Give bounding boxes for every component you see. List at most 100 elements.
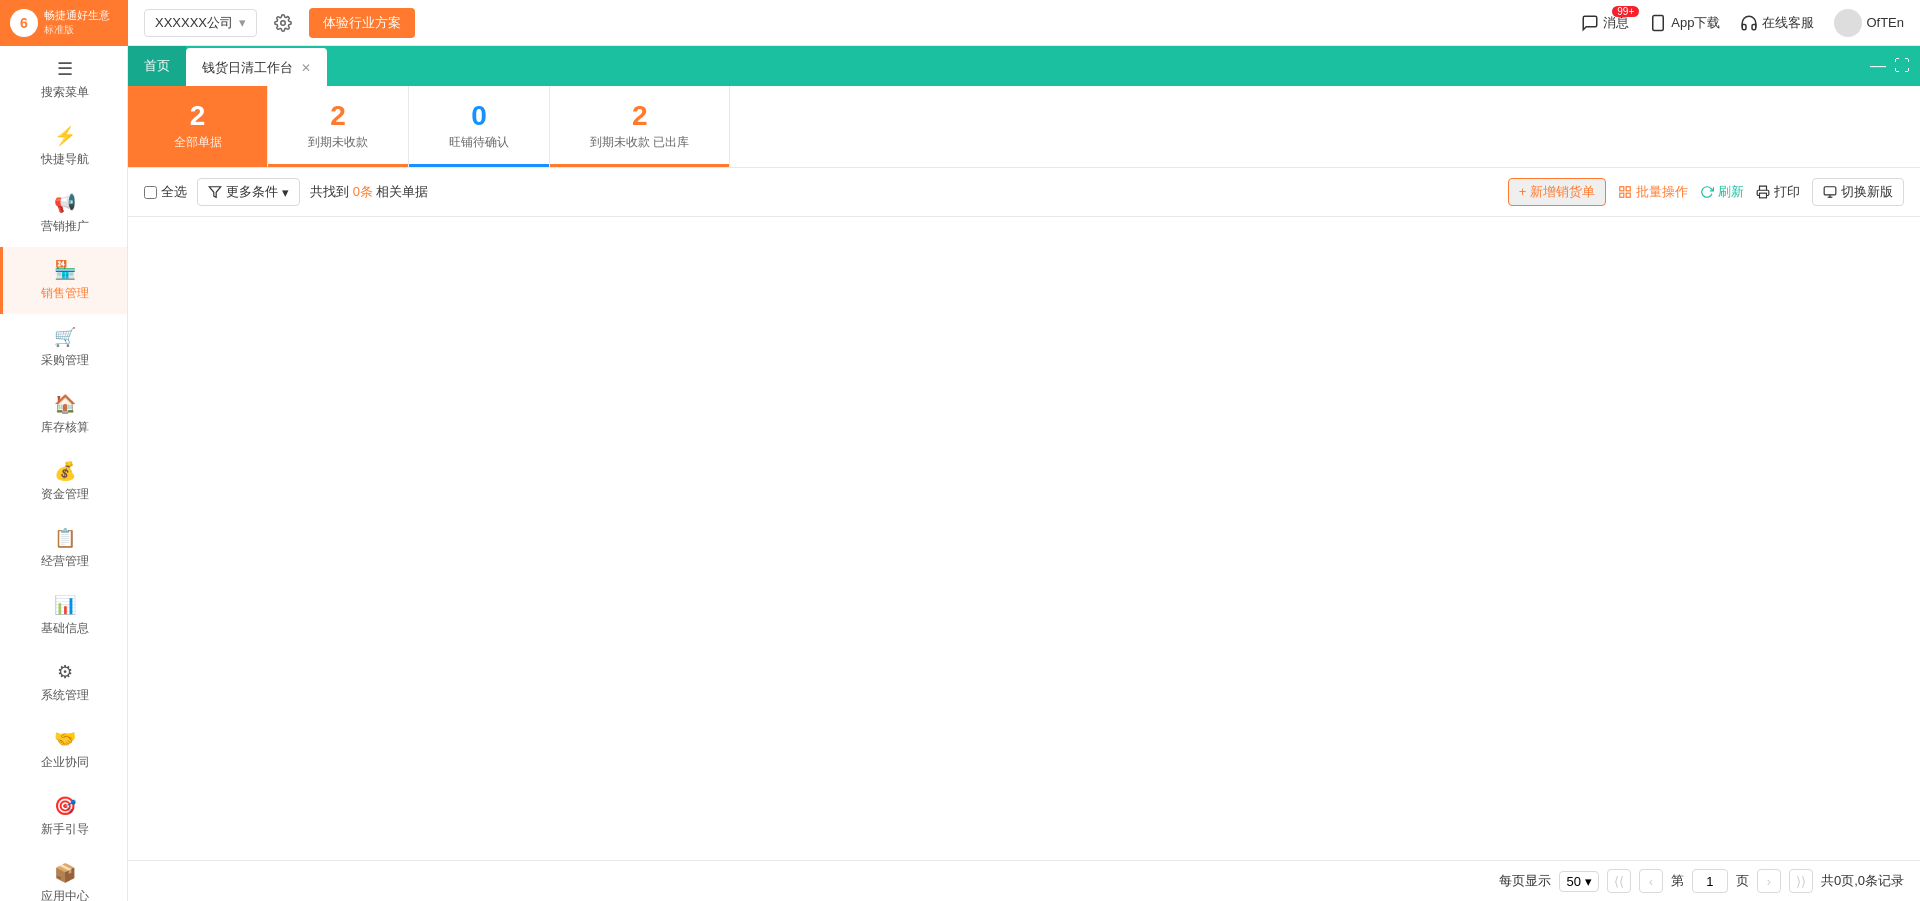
sidebar-item-label: 销售管理 — [41, 285, 89, 302]
stat-num-pending: 0 — [471, 102, 487, 130]
logo-subtitle: 标准版 — [44, 23, 110, 37]
result-suffix: 相关单据 — [376, 184, 428, 199]
stat-underline-overdue-shipped — [550, 164, 729, 167]
sidebar-item-guide[interactable]: 🎯 新手引导 — [0, 783, 127, 850]
stat-num-all: 2 — [190, 102, 206, 130]
settings-button[interactable] — [267, 7, 299, 39]
stat-label-overdue: 到期未收款 — [308, 134, 368, 151]
tab-workbench[interactable]: 钱货日清工作台 ✕ — [186, 48, 327, 88]
empty-placeholder — [128, 217, 1920, 860]
page-size-label: 每页显示 — [1499, 872, 1551, 890]
sidebar-item-operation[interactable]: 📋 经营管理 — [0, 515, 127, 582]
page-number-input[interactable] — [1692, 869, 1728, 893]
tab-workbench-label: 钱货日清工作台 — [202, 59, 293, 77]
operation-icon: 📋 — [54, 527, 76, 549]
svg-marker-3 — [209, 187, 221, 198]
first-page-button[interactable]: ⟨⟨ — [1607, 869, 1631, 893]
add-order-button[interactable]: + 新增销货单 — [1508, 178, 1606, 206]
logo-text-block: 畅捷通好生意 标准版 — [44, 8, 110, 36]
page-size-arrow-icon: ▾ — [1585, 874, 1592, 889]
finance-icon: 💰 — [54, 460, 76, 482]
svg-rect-7 — [1620, 193, 1624, 197]
sidebar-item-label: 系统管理 — [41, 687, 89, 704]
toolbar-right: + 新增销货单 批量操作 刷新 — [1508, 178, 1904, 206]
switch-version-label: 切换新版 — [1841, 183, 1893, 201]
logo-icon-text: 6 — [20, 15, 28, 31]
sidebar-item-inventory[interactable]: 🏠 库存核算 — [0, 381, 127, 448]
page-label: 第 — [1671, 872, 1684, 890]
main-area: 首页 钱货日清工作台 ✕ — ⛶ 2 全部单据 2 — [128, 46, 1920, 901]
sidebar-item-label: 基础信息 — [41, 620, 89, 637]
online-service-button[interactable]: 在线客服 — [1740, 14, 1814, 32]
tab-home[interactable]: 首页 — [128, 46, 186, 86]
stat-card-pending[interactable]: 0 旺铺待确认 — [409, 86, 550, 167]
app-body: ☰ 搜索菜单 ⚡ 快捷导航 📢 营销推广 🏪 销售管理 🛒 采购管理 🏠 库存核… — [0, 46, 1920, 901]
batch-operation-button[interactable]: 批量操作 — [1618, 183, 1688, 201]
sidebar-item-marketing[interactable]: 📢 营销推广 — [0, 180, 127, 247]
user-area[interactable]: OfTEn — [1834, 9, 1904, 37]
stat-card-all[interactable]: 2 全部单据 — [128, 86, 268, 167]
stat-underline-overdue — [268, 164, 408, 167]
app-center-icon: 📦 — [54, 862, 76, 884]
last-page-button[interactable]: ⟩⟩ — [1789, 869, 1813, 893]
sidebar-item-label: 新手引导 — [41, 821, 89, 838]
select-all-input[interactable] — [144, 186, 157, 199]
svg-rect-5 — [1626, 187, 1630, 191]
result-count: 0条 — [353, 184, 373, 199]
filter-arrow-icon: ▾ — [282, 185, 289, 200]
nav-minimize-button[interactable]: — — [1870, 57, 1886, 75]
stat-label-overdue-shipped: 到期未收款 已出库 — [590, 134, 689, 151]
nav-maximize-button[interactable]: ⛶ — [1894, 57, 1910, 75]
sidebar-item-enterprise[interactable]: 🤝 企业协同 — [0, 716, 127, 783]
sales-icon: 🏪 — [54, 259, 76, 281]
stat-card-overdue-shipped[interactable]: 2 到期未收款 已出库 — [550, 86, 730, 167]
filter-label: 更多条件 — [226, 183, 278, 201]
company-arrow-icon: ▾ — [239, 15, 246, 30]
print-button[interactable]: 打印 — [1756, 183, 1800, 201]
tab-close-icon[interactable]: ✕ — [301, 61, 311, 75]
sidebar-item-finance[interactable]: 💰 资金管理 — [0, 448, 127, 515]
sidebar-item-sales[interactable]: 🏪 销售管理 — [0, 247, 127, 314]
enterprise-icon: 🤝 — [54, 728, 76, 750]
page-size-value: 50 — [1566, 874, 1580, 889]
sidebar-item-label: 搜索菜单 — [41, 84, 89, 101]
stat-card-overdue[interactable]: 2 到期未收款 — [268, 86, 409, 167]
switch-version-button[interactable]: 切换新版 — [1812, 178, 1904, 206]
print-label: 打印 — [1774, 183, 1800, 201]
page-size-select[interactable]: 50 ▾ — [1559, 871, 1598, 892]
sidebar-item-label: 库存核算 — [41, 419, 89, 436]
prev-page-button[interactable]: ‹ — [1639, 869, 1663, 893]
user-avatar — [1834, 9, 1862, 37]
sidebar-item-search-menu[interactable]: ☰ 搜索菜单 — [0, 46, 127, 113]
sidebar: ☰ 搜索菜单 ⚡ 快捷导航 📢 营销推广 🏪 销售管理 🛒 采购管理 🏠 库存核… — [0, 46, 128, 901]
sidebar-item-label: 经营管理 — [41, 553, 89, 570]
company-name: XXXXXX公司 — [155, 14, 233, 32]
toolbar: 全选 更多条件 ▾ 共找到 0条 相关单据 — [128, 168, 1920, 217]
refresh-label: 刷新 — [1718, 183, 1744, 201]
refresh-button[interactable]: 刷新 — [1700, 183, 1744, 201]
trial-button[interactable]: 体验行业方案 — [309, 8, 415, 38]
stat-label-pending: 旺铺待确认 — [449, 134, 509, 151]
sidebar-item-purchase[interactable]: 🛒 采购管理 — [0, 314, 127, 381]
stats-bar: 2 全部单据 2 到期未收款 0 旺铺待确认 2 到期未收款 已出库 — [128, 86, 1920, 168]
sidebar-item-label: 企业协同 — [41, 754, 89, 771]
next-page-button[interactable]: › — [1757, 869, 1781, 893]
table-area — [128, 217, 1920, 860]
sidebar-item-system[interactable]: ⚙ 系统管理 — [0, 649, 127, 716]
pagination-bar: 每页显示 50 ▾ ⟨⟨ ‹ 第 页 › ⟩⟩ 共0页,0条记录 — [128, 860, 1920, 901]
sidebar-item-basic-info[interactable]: 📊 基础信息 — [0, 582, 127, 649]
svg-point-0 — [281, 20, 286, 25]
guide-icon: 🎯 — [54, 795, 76, 817]
select-all-checkbox[interactable]: 全选 — [144, 183, 187, 201]
nav-tabs: 首页 钱货日清工作台 ✕ — ⛶ — [128, 46, 1920, 86]
app-download-button[interactable]: App下载 — [1649, 14, 1720, 32]
total-info: 共0页,0条记录 — [1821, 872, 1904, 890]
company-selector[interactable]: XXXXXX公司 ▾ — [144, 9, 257, 37]
filter-button[interactable]: 更多条件 ▾ — [197, 178, 300, 206]
sidebar-item-app-center[interactable]: 📦 应用中心 — [0, 850, 127, 901]
sidebar-item-quick-nav[interactable]: ⚡ 快捷导航 — [0, 113, 127, 180]
app-download-label: App下载 — [1671, 14, 1720, 32]
message-badge: 99+ — [1612, 6, 1639, 17]
logo-title: 畅捷通好生意 — [44, 8, 110, 22]
message-button[interactable]: 消息 99+ — [1581, 14, 1629, 32]
